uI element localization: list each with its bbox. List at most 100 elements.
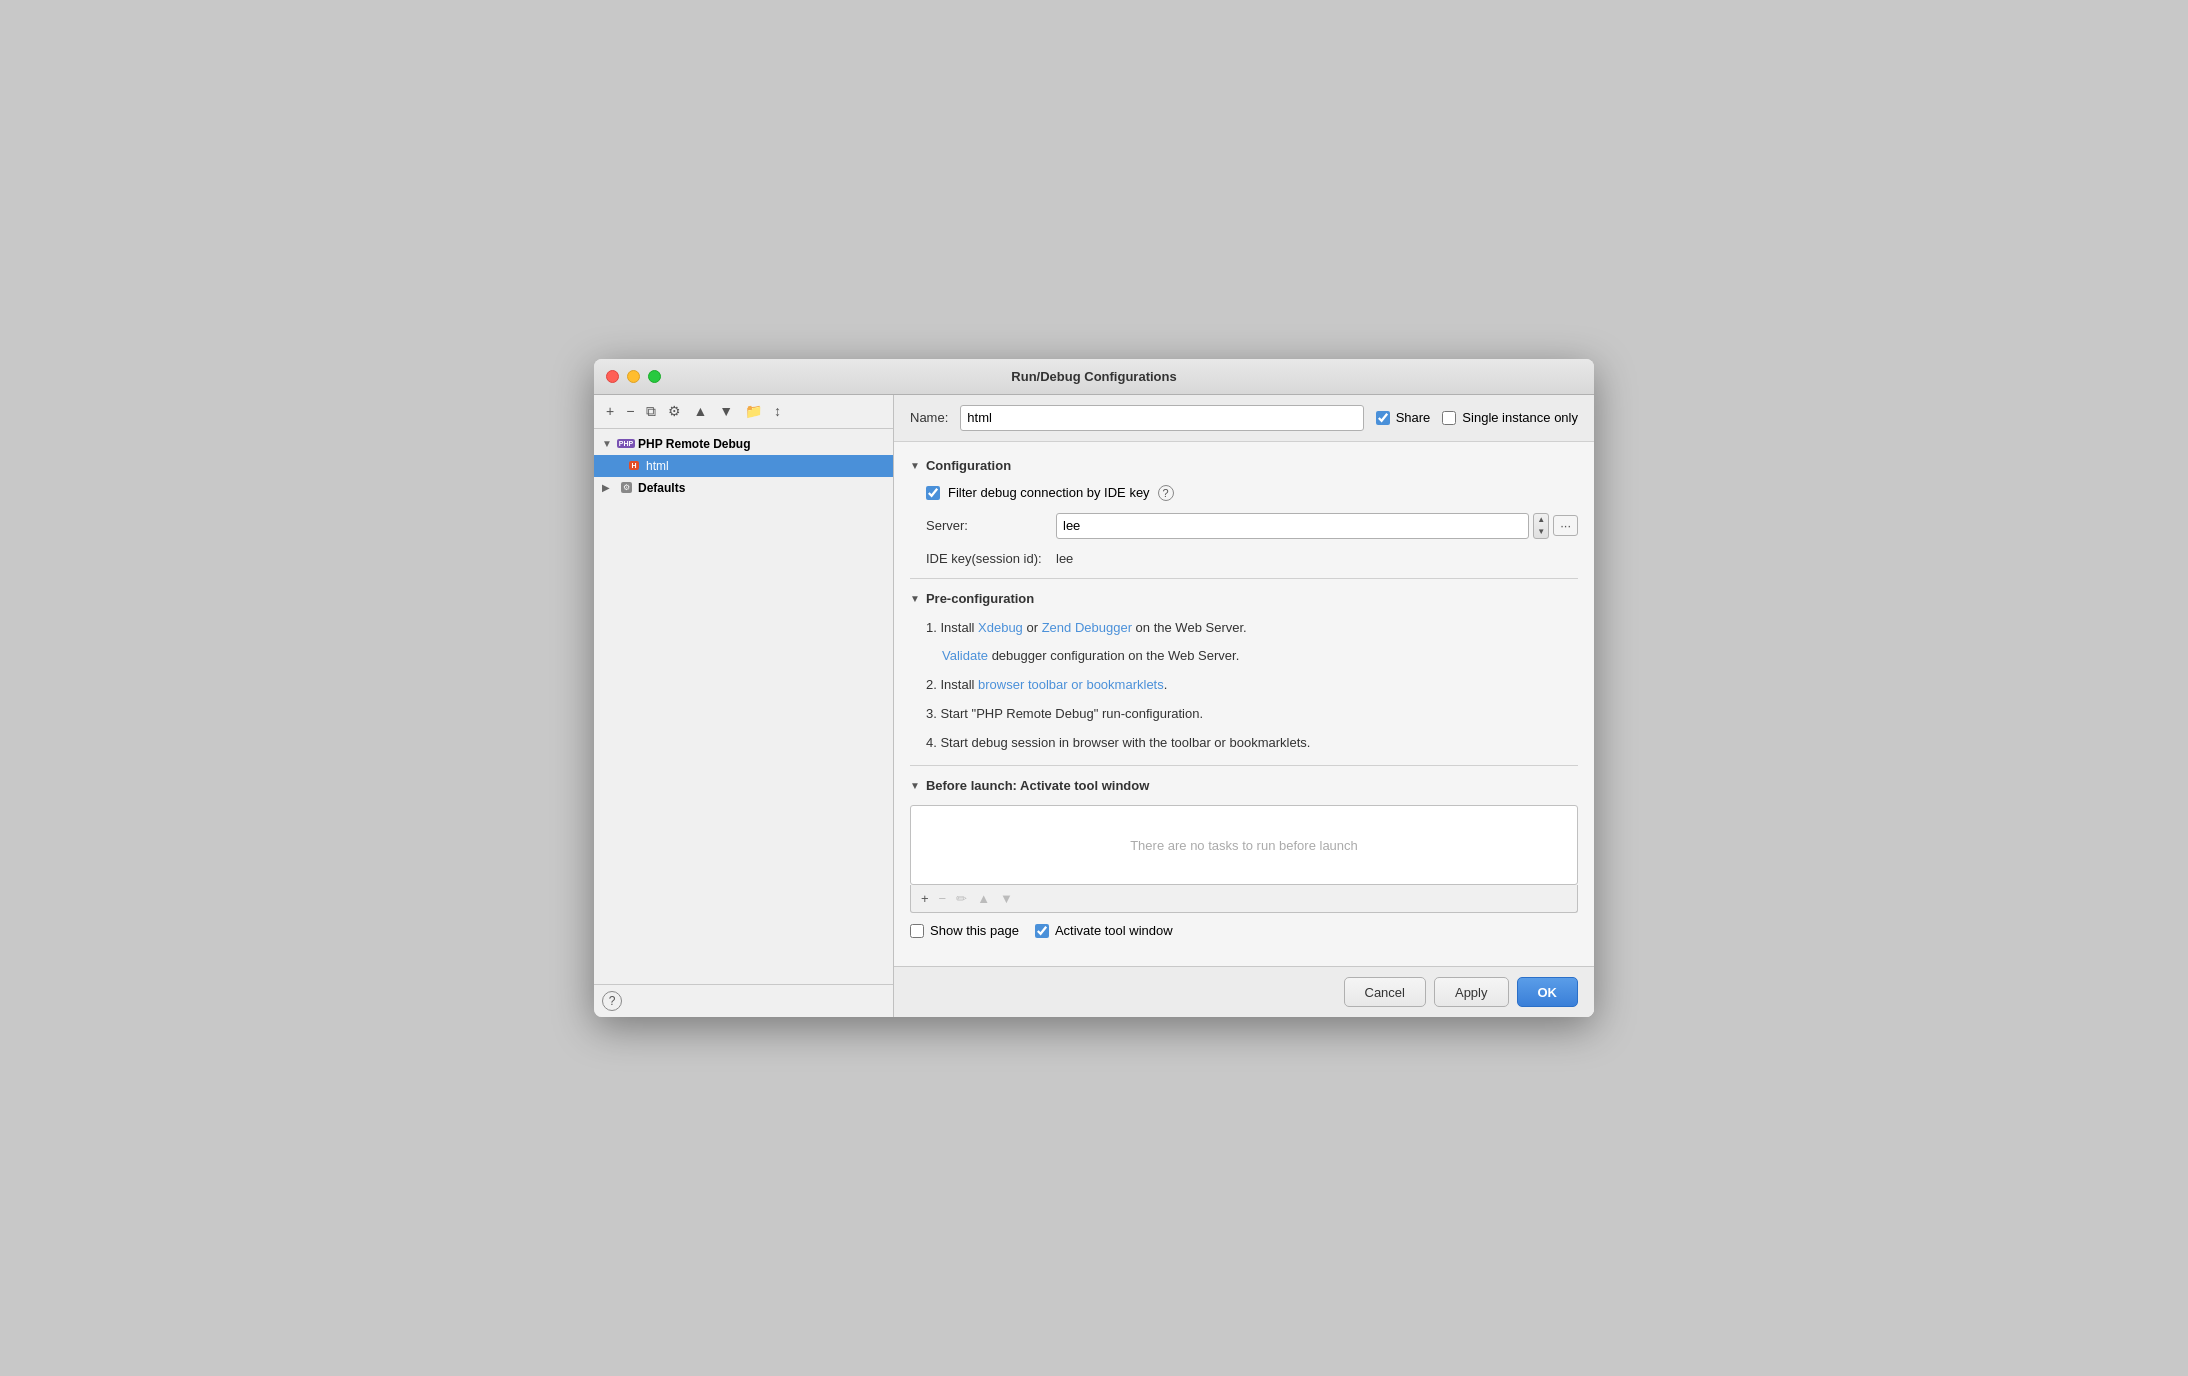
xdebug-link[interactable]: Xdebug [978, 620, 1023, 635]
filter-debug-row: Filter debug connection by IDE key ? [910, 485, 1578, 501]
config-collapse-arrow[interactable]: ▼ [910, 460, 920, 471]
preconfiguration-label: Pre-configuration [926, 591, 1034, 606]
window-title: Run/Debug Configurations [1011, 369, 1176, 384]
tree-group-defaults[interactable]: ▶ ⚙ Defaults [594, 477, 893, 499]
config-tree: ▼ PHP PHP Remote Debug H html ▶ [594, 429, 893, 985]
tasks-edit-button[interactable]: ✏ [952, 889, 971, 908]
before-launch-section: ▼ Before launch: Activate tool window Th… [910, 778, 1578, 938]
validate-link[interactable]: Validate [942, 648, 988, 663]
ok-button[interactable]: OK [1517, 977, 1579, 1007]
server-label: Server: [926, 518, 1056, 533]
before-launch-header: ▼ Before launch: Activate tool window [910, 778, 1578, 793]
copy-config-button[interactable]: ⧉ [642, 401, 660, 422]
move-up-button[interactable]: ▲ [689, 401, 711, 421]
move-down-button[interactable]: ▼ [715, 401, 737, 421]
maximize-button[interactable] [648, 370, 661, 383]
browser-toolbar-link[interactable]: browser toolbar or bookmarklets [978, 677, 1164, 692]
share-label: Share [1396, 410, 1431, 425]
section-divider-1 [910, 578, 1578, 579]
pre-item-2: 2. Install browser toolbar or bookmarkle… [926, 675, 1578, 696]
single-instance-label: Single instance only [1462, 410, 1578, 425]
show-this-page-checkbox[interactable] [910, 924, 924, 938]
expand-arrow-defaults: ▶ [602, 482, 614, 493]
folder-button[interactable]: 📁 [741, 401, 766, 421]
php-remote-debug-label: PHP Remote Debug [638, 437, 750, 451]
pre-item-1: 1. Install Xdebug or Zend Debugger on th… [926, 618, 1578, 639]
titlebar: Run/Debug Configurations [594, 359, 1594, 395]
dialog-footer: Cancel Apply OK [894, 966, 1594, 1017]
remove-config-button[interactable]: − [622, 401, 638, 421]
ide-key-value: lee [1056, 551, 1073, 566]
tasks-move-up-button[interactable]: ▲ [973, 889, 994, 908]
single-instance-checkbox[interactable] [1442, 411, 1456, 425]
name-label: Name: [910, 410, 948, 425]
content-header: Name: Share Single instance only [894, 395, 1594, 442]
apply-button[interactable]: Apply [1434, 977, 1509, 1007]
help-button[interactable]: ? [602, 991, 622, 1011]
configuration-section-header: ▼ Configuration [910, 458, 1578, 473]
name-input[interactable] [960, 405, 1363, 431]
window-controls [606, 370, 661, 383]
add-config-button[interactable]: + [602, 401, 618, 421]
html-item-label: html [646, 459, 669, 473]
run-debug-configurations-dialog: Run/Debug Configurations + − ⧉ ⚙ ▲ ▼ 📁 ↕… [594, 359, 1594, 1018]
show-this-page-label: Show this page [930, 923, 1019, 938]
activate-tool-window-label: Activate tool window [1055, 923, 1173, 938]
preconfiguration-section: ▼ Pre-configuration 1. Install Xdebug or… [910, 591, 1578, 754]
minimize-button[interactable] [627, 370, 640, 383]
show-page-row: Show this page Activate tool window [910, 923, 1578, 938]
tasks-move-down-button[interactable]: ▼ [996, 889, 1017, 908]
sidebar: + − ⧉ ⚙ ▲ ▼ 📁 ↕ ▼ PHP PHP Remote Debug [594, 395, 894, 1018]
single-instance-area: Single instance only [1442, 410, 1578, 425]
pre-item-3: 3. Start "PHP Remote Debug" run-configur… [926, 704, 1578, 725]
spinner-down[interactable]: ▼ [1534, 526, 1548, 538]
pre-item-4: 4. Start debug session in browser with t… [926, 733, 1578, 754]
before-launch-arrow[interactable]: ▼ [910, 780, 920, 791]
cancel-button[interactable]: Cancel [1344, 977, 1426, 1007]
ide-key-label: IDE key(session id): [926, 551, 1056, 566]
share-checkbox[interactable] [1376, 411, 1390, 425]
configuration-section: ▼ Configuration Filter debug connection … [910, 458, 1578, 566]
no-tasks-text: There are no tasks to run before launch [1130, 838, 1358, 853]
sidebar-toolbar: + − ⧉ ⚙ ▲ ▼ 📁 ↕ [594, 395, 893, 429]
server-input[interactable] [1056, 513, 1529, 539]
activate-tool-window-checkbox[interactable] [1035, 924, 1049, 938]
html-icon: H [626, 458, 642, 474]
content-scroll: ▼ Configuration Filter debug connection … [894, 442, 1594, 967]
filter-debug-label: Filter debug connection by IDE key [948, 485, 1150, 500]
pre-collapse-arrow[interactable]: ▼ [910, 593, 920, 604]
filter-debug-checkbox[interactable] [926, 486, 940, 500]
ide-key-row: IDE key(session id): lee [910, 551, 1578, 566]
server-spinner[interactable]: ▲ ▼ [1533, 513, 1549, 539]
defaults-label: Defaults [638, 481, 685, 495]
php-icon: PHP [618, 436, 634, 452]
server-input-wrap: ▲ ▼ ··· [1056, 513, 1578, 539]
configuration-label: Configuration [926, 458, 1011, 473]
expand-arrow-php-remote-debug: ▼ [602, 438, 614, 449]
tree-group-php-remote-debug[interactable]: ▼ PHP PHP Remote Debug [594, 433, 893, 455]
sort-button[interactable]: ↕ [770, 401, 785, 421]
pre-item-validate: Validate debugger configuration on the W… [926, 646, 1578, 667]
spinner-up[interactable]: ▲ [1534, 514, 1548, 526]
preconfiguration-header: ▼ Pre-configuration [910, 591, 1578, 606]
tasks-add-button[interactable]: + [917, 889, 933, 908]
settings-config-button[interactable]: ⚙ [664, 401, 685, 421]
close-button[interactable] [606, 370, 619, 383]
server-row: Server: ▲ ▼ ··· [910, 513, 1578, 539]
server-ellipsis-button[interactable]: ··· [1553, 515, 1578, 536]
content-panel: Name: Share Single instance only ▼ Co [894, 395, 1594, 1018]
before-launch-label: Before launch: Activate tool window [926, 778, 1149, 793]
section-divider-2 [910, 765, 1578, 766]
sidebar-bottom: ? [594, 984, 893, 1017]
activate-tool-window-check: Activate tool window [1035, 923, 1173, 938]
filter-help-icon[interactable]: ? [1158, 485, 1174, 501]
tasks-toolbar: + − ✏ ▲ ▼ [910, 885, 1578, 913]
defaults-icon: ⚙ [618, 480, 634, 496]
tasks-box: There are no tasks to run before launch [910, 805, 1578, 885]
pre-content: 1. Install Xdebug or Zend Debugger on th… [910, 618, 1578, 754]
main-body: + − ⧉ ⚙ ▲ ▼ 📁 ↕ ▼ PHP PHP Remote Debug [594, 395, 1594, 1018]
tree-item-html[interactable]: H html [594, 455, 893, 477]
show-this-page-check: Show this page [910, 923, 1019, 938]
zend-debugger-link[interactable]: Zend Debugger [1042, 620, 1132, 635]
tasks-remove-button[interactable]: − [935, 889, 951, 908]
